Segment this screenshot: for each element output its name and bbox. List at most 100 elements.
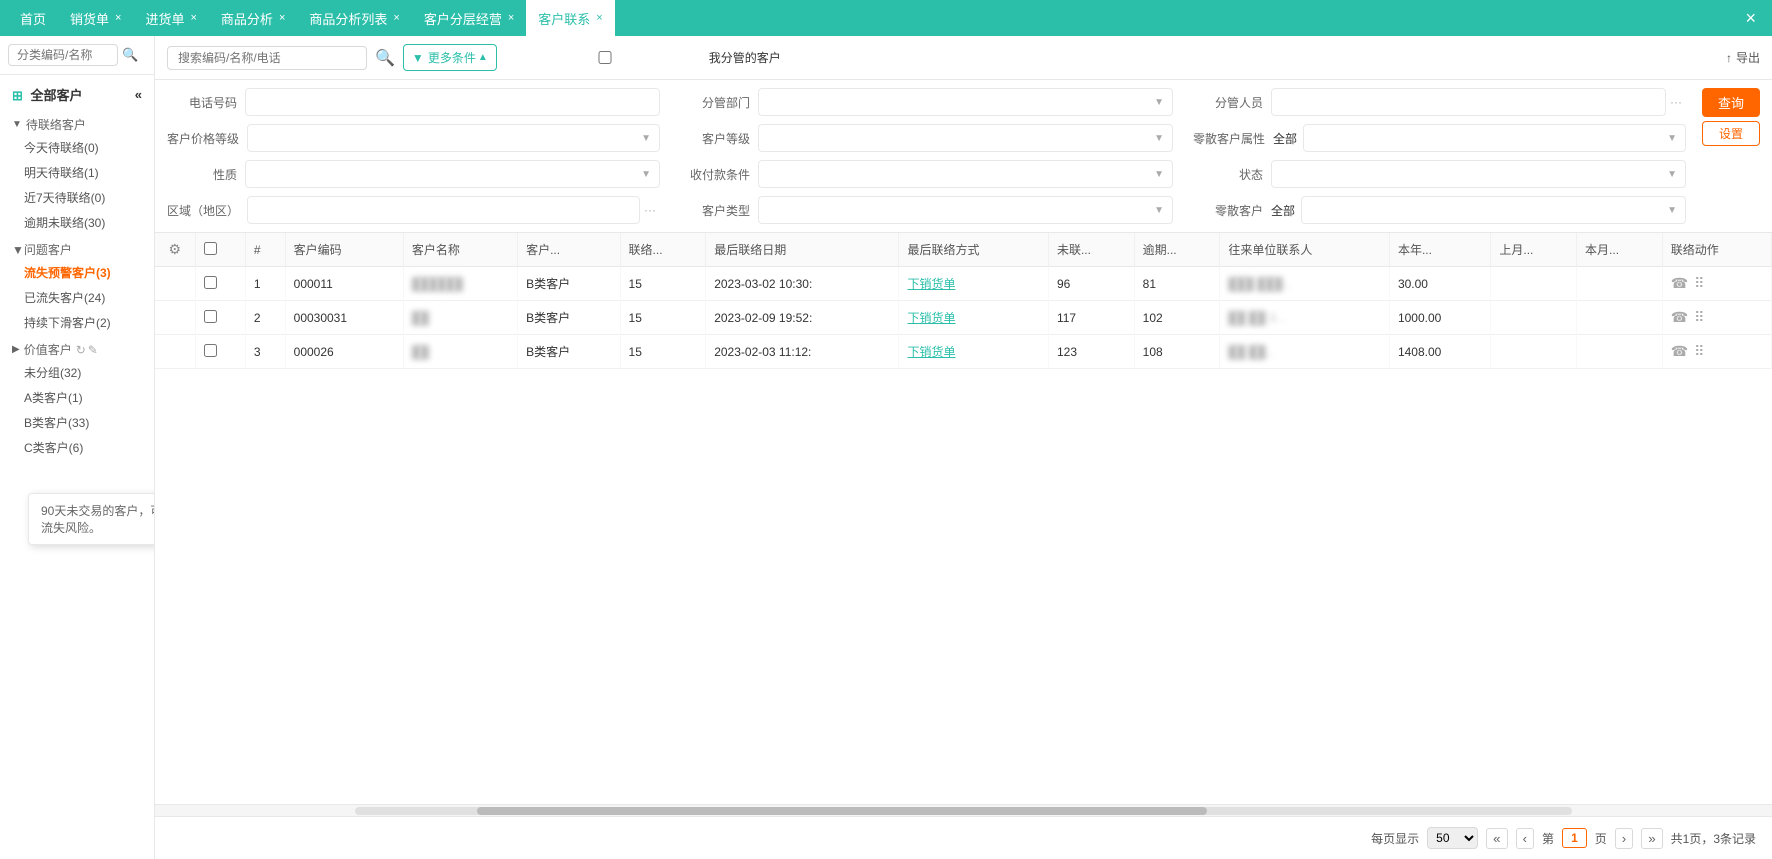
- sidebar-item-churn-warning[interactable]: 流失预警客户(3): [0, 260, 154, 285]
- sidebar-item-ungrouped[interactable]: 未分组(32): [0, 360, 154, 385]
- more-action-icon[interactable]: ⠿: [1694, 309, 1704, 326]
- row-method-cell[interactable]: 下销货单: [899, 335, 1048, 369]
- filter-row-4: 区域（地区） ··· 客户类型 ▼: [167, 196, 1686, 224]
- filter-price-select[interactable]: ▼: [247, 124, 660, 152]
- last-page-button[interactable]: »: [1641, 828, 1662, 849]
- search-button[interactable]: 🔍: [375, 48, 395, 68]
- refresh-icon[interactable]: ↻: [76, 343, 86, 357]
- filter-retail-attr-select[interactable]: ▼: [1303, 124, 1686, 152]
- row-checkbox-cell[interactable]: [195, 301, 245, 335]
- sidebar-group-pending[interactable]: ▼ 待联络客户: [0, 110, 154, 135]
- sidebar-item-overdue[interactable]: 逾期未联络(30): [0, 210, 154, 235]
- row-no-contact-cell: 123: [1048, 335, 1134, 369]
- settings-button[interactable]: 设置: [1702, 121, 1760, 146]
- row-this-year-cell: 30.00: [1389, 267, 1490, 301]
- close-icon[interactable]: ×: [508, 12, 514, 24]
- more-dots-icon[interactable]: ···: [640, 203, 660, 217]
- tab-product-list[interactable]: 商品分析列表 ×: [297, 0, 411, 36]
- edit-icon[interactable]: ✎: [88, 343, 98, 357]
- row-this-year-cell: 1000.00: [1389, 301, 1490, 335]
- col-settings[interactable]: ⚙: [155, 233, 195, 267]
- row-num-cell: 2: [245, 301, 285, 335]
- row-checkbox[interactable]: [204, 310, 217, 323]
- contact-method-link[interactable]: 下销货单: [907, 277, 955, 291]
- filter-customer-type: 客户类型 ▼: [680, 196, 1173, 224]
- row-method-cell[interactable]: 下销货单: [899, 301, 1048, 335]
- tab-product-analysis[interactable]: 商品分析 ×: [209, 0, 297, 36]
- more-action-icon[interactable]: ⠿: [1694, 275, 1704, 292]
- filter-type-select[interactable]: ▼: [758, 196, 1173, 224]
- filter-nature-select[interactable]: ▼: [245, 160, 660, 188]
- close-icon[interactable]: ×: [190, 12, 196, 24]
- horizontal-scrollbar[interactable]: [155, 804, 1772, 816]
- filter-status-select[interactable]: ▼: [1271, 160, 1686, 188]
- col-last-method: 最后联络方式: [899, 233, 1048, 267]
- sidebar-search-icon[interactable]: 🔍: [122, 47, 138, 63]
- sidebar-item-declining[interactable]: 持续下滑客户(2): [0, 310, 154, 335]
- tab-purchase[interactable]: 进货单 ×: [133, 0, 208, 36]
- filter-dept-select[interactable]: ▼: [758, 88, 1173, 116]
- row-method-cell[interactable]: 下销货单: [899, 267, 1048, 301]
- chevron-down-icon: ▼: [1667, 133, 1677, 144]
- row-code-cell: 000011: [285, 267, 403, 301]
- sidebar-item-c-class[interactable]: C类客户(6): [0, 435, 154, 460]
- first-page-button[interactable]: «: [1486, 828, 1507, 849]
- contact-icon[interactable]: ☎: [1671, 309, 1688, 326]
- sidebar-all-customers[interactable]: ⊞ 全部客户 «: [0, 79, 154, 110]
- collapse-icon[interactable]: «: [135, 87, 142, 102]
- query-button[interactable]: 查询: [1702, 88, 1760, 117]
- search-input[interactable]: [167, 46, 367, 70]
- sidebar-item-tomorrow[interactable]: 明天待联络(1): [0, 160, 154, 185]
- grid-icon: ⊞: [12, 88, 23, 103]
- close-icon[interactable]: ×: [596, 12, 602, 24]
- select-all-checkbox[interactable]: [204, 242, 217, 255]
- pagination: 每页显示 50 10 20 100 « ‹ 第 1 页 › » 共1页，3条记录: [155, 816, 1772, 859]
- window-close-button[interactable]: ×: [1737, 8, 1764, 29]
- close-icon[interactable]: ×: [393, 12, 399, 24]
- filter-retail-select[interactable]: ▼: [1301, 196, 1686, 224]
- sidebar-item-b-class[interactable]: B类客户(33): [0, 410, 154, 435]
- settings-icon[interactable]: ⚙: [168, 241, 181, 257]
- filter-person: 分管人员 ···: [1193, 88, 1686, 116]
- filter-phone-input[interactable]: [245, 88, 660, 116]
- export-button[interactable]: ↑ 导出: [1726, 49, 1760, 66]
- sidebar-group-value[interactable]: ▶ 价值客户 ↻ ✎: [0, 335, 154, 360]
- prev-page-button[interactable]: ‹: [1516, 828, 1534, 849]
- sidebar-item-7days[interactable]: 近7天待联络(0): [0, 185, 154, 210]
- close-icon[interactable]: ×: [279, 12, 285, 24]
- contact-method-link[interactable]: 下销货单: [907, 345, 955, 359]
- row-checkbox-cell[interactable]: [195, 267, 245, 301]
- scrollbar-thumb[interactable]: [477, 807, 1207, 815]
- row-checkbox-cell[interactable]: [195, 335, 245, 369]
- filter-payment-select[interactable]: ▼: [758, 160, 1173, 188]
- tab-customer-layering[interactable]: 客户分层经营 ×: [412, 0, 526, 36]
- sidebar-item-today[interactable]: 今天待联络(0): [0, 135, 154, 160]
- row-contacts-cell: 15: [620, 267, 706, 301]
- top-nav-right: ×: [1737, 8, 1764, 29]
- row-checkbox[interactable]: [204, 276, 217, 289]
- next-page-button[interactable]: ›: [1615, 828, 1633, 849]
- filter-region-input[interactable]: [247, 196, 640, 224]
- contact-icon[interactable]: ☎: [1671, 343, 1688, 360]
- filter-row-3: 性质 ▼ 收付款条件 ▼: [167, 160, 1686, 188]
- filter-person-select[interactable]: [1271, 88, 1666, 116]
- sidebar-item-churned[interactable]: 已流失客户(24): [0, 285, 154, 310]
- tab-sales[interactable]: 销货单 ×: [58, 0, 133, 36]
- filter-level-select[interactable]: ▼: [758, 124, 1173, 152]
- row-checkbox[interactable]: [204, 344, 217, 357]
- contact-method-link[interactable]: 下销货单: [907, 311, 955, 325]
- home-tab[interactable]: 首页: [8, 0, 58, 36]
- tab-customer-contact[interactable]: 客户联系 ×: [526, 0, 614, 36]
- sidebar-group-problem[interactable]: ▼ 问题客户: [0, 235, 154, 260]
- col-actions: 联络动作: [1662, 233, 1771, 267]
- contact-icon[interactable]: ☎: [1671, 275, 1688, 292]
- per-page-select[interactable]: 50 10 20 100: [1427, 827, 1478, 849]
- my-customers-checkbox[interactable]: [505, 51, 705, 64]
- more-conditions-button[interactable]: ▼ 更多条件 ▲: [403, 44, 497, 71]
- my-customers-checkbox-label[interactable]: 我分管的客户: [505, 49, 781, 66]
- sidebar-item-a-class[interactable]: A类客户(1): [0, 385, 154, 410]
- more-action-icon[interactable]: ⠿: [1694, 343, 1704, 360]
- close-icon[interactable]: ×: [115, 12, 121, 24]
- more-icon[interactable]: ···: [1666, 95, 1686, 109]
- sidebar-search-input[interactable]: [8, 44, 118, 66]
